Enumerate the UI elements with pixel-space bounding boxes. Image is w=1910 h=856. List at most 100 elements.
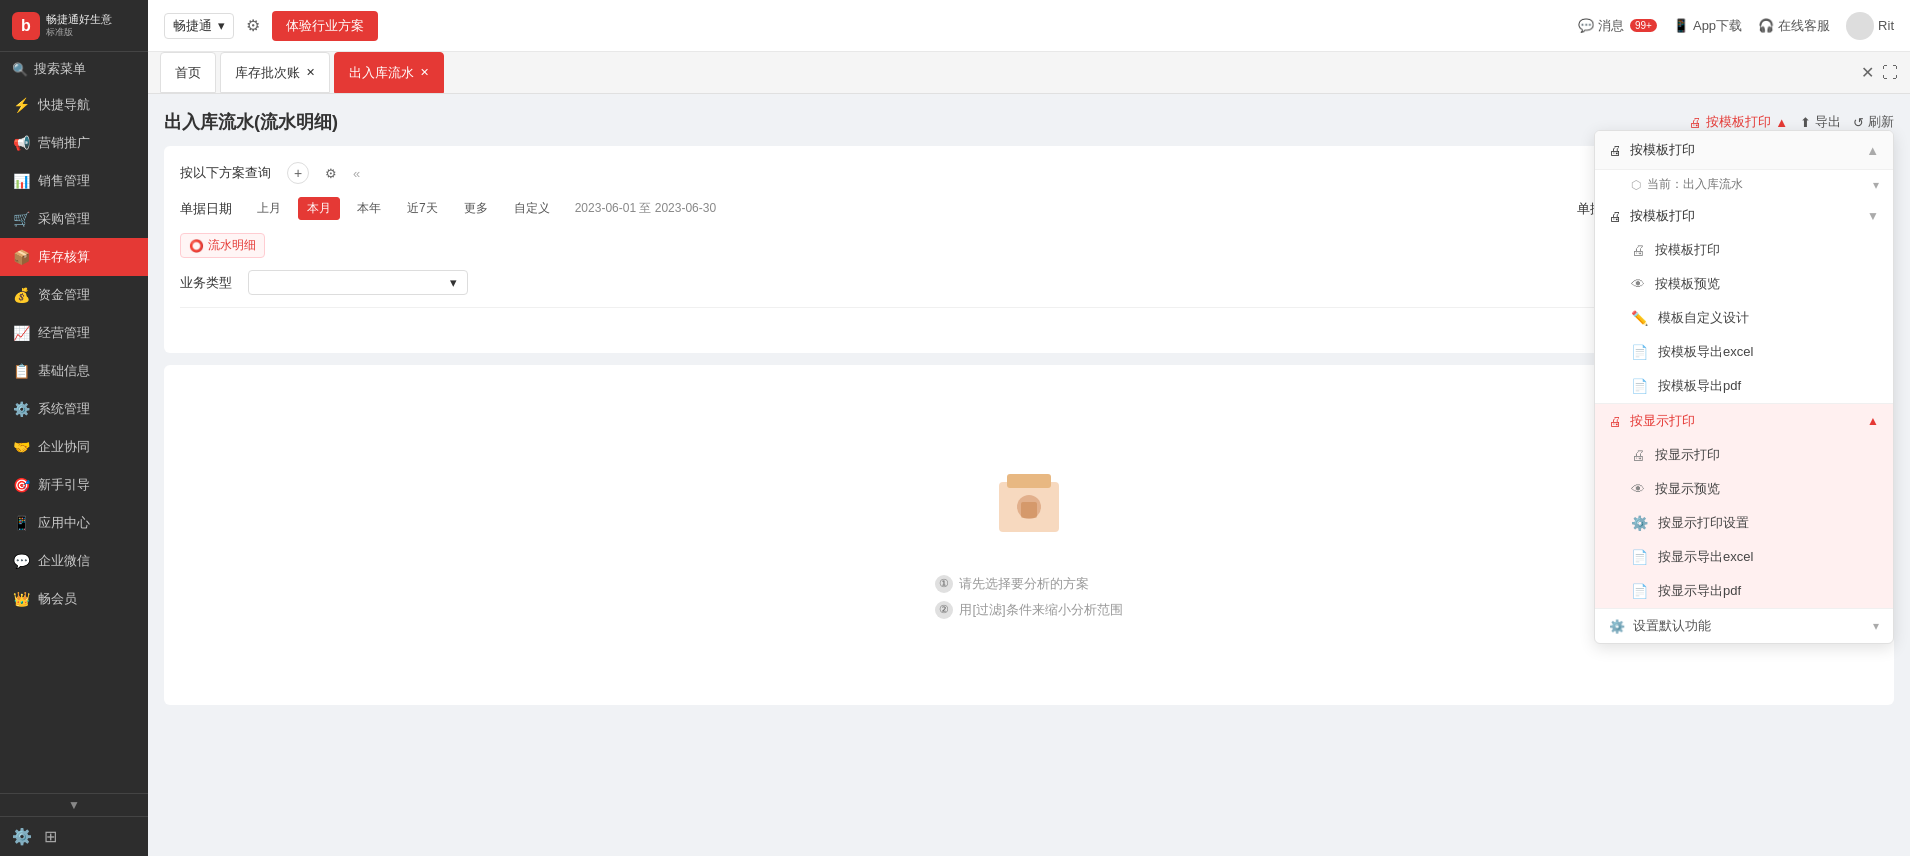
date-quick-select: 上月 本月 本年 近7天 更多 自定义 2023-06-01 至 2023-06… [248,197,716,220]
sidebar-item-marketing[interactable]: 📢 营销推广 [0,124,148,162]
tab-home[interactable]: 首页 [160,52,216,93]
print-template-label: 按模板打印 [1706,113,1771,131]
sidebar-logo: b 畅捷通好生意 标准版 [0,0,148,52]
biz-type-chevron-icon: ▾ [450,275,457,290]
sidebar-item-wechat[interactable]: 💬 企业微信 [0,542,148,580]
refresh-button[interactable]: ↺ 刷新 [1853,113,1894,131]
sidebar-item-quick-nav[interactable]: ⚡ 快捷导航 [0,86,148,124]
tprev-label: 按模板预览 [1655,275,1720,293]
tab-batch-label: 库存批次账 [235,64,300,82]
template-export-pdf-item[interactable]: 📄 按模板导出pdf [1595,369,1893,403]
display-print-header[interactable]: 🖨 按显示打印 ▲ [1595,404,1893,438]
date-btn-custom[interactable]: 自定义 [505,197,559,220]
sidebar-item-inventory[interactable]: 📦 库存核算 [0,238,148,276]
scroll-down-icon: ▼ [68,798,80,812]
date-btn-7-days[interactable]: 近7天 [398,197,447,220]
purchase-icon: 🛒 [12,211,30,227]
tab-batch-account[interactable]: 库存批次账 ✕ [220,52,330,93]
online-service-button[interactable]: 🎧 在线客服 [1758,17,1830,35]
display-section-label: 按显示打印 [1630,412,1695,430]
sidebar-item-purchase[interactable]: 🛒 采购管理 [0,200,148,238]
sidebar-item-sales[interactable]: 📊 销售管理 [0,162,148,200]
message-button[interactable]: 💬 消息 99+ [1578,17,1657,35]
sidebar-search[interactable]: 🔍 搜索菜单 [0,52,148,86]
version-label: 标准版 [46,26,112,39]
print-template-button[interactable]: 🖨 按模板打印 ▲ [1689,113,1788,131]
tab-inout-label: 出入库流水 [349,64,414,82]
date-btn-more[interactable]: 更多 [455,197,497,220]
texcel-icon: 📄 [1631,344,1648,360]
settings-bottom-icon[interactable]: ⚙️ [12,827,32,846]
svg-rect-3 [1021,502,1037,518]
active-filter-tag: ⭕ 流水明细 [180,233,265,258]
template-section-icon: 🖨 [1609,209,1622,224]
guide-icon: 🎯 [12,477,30,493]
sidebar-item-label: 系统管理 [38,400,90,418]
tab-batch-close[interactable]: ✕ [306,66,315,79]
message-icon: 💬 [1578,18,1594,33]
sidebar-item-system[interactable]: ⚙️ 系统管理 [0,390,148,428]
tab-inout-flow[interactable]: 出入库流水 ✕ [334,52,444,93]
sidebar: b 畅捷通好生意 标准版 🔍 搜索菜单 ⚡ 快捷导航 📢 营销推广 📊 销售管理… [0,0,148,856]
sidebar-item-enterprise[interactable]: 🤝 企业协同 [0,428,148,466]
page-title: 出入库流水(流水明细) [164,110,338,134]
template-print-section: 🖨 按模板打印 ▼ 🖨 按模板打印 👁 按模板预览 ✏️ 模板自定义设计 📄 按… [1595,199,1893,404]
filter-settings-icon[interactable]: ⚙ [325,166,337,181]
operations-icon: 📈 [12,325,30,341]
sidebar-scroll-down[interactable]: ▼ [0,793,148,816]
template-print-item[interactable]: 🖨 按模板打印 [1595,233,1893,267]
tip-item-1: ① 请先选择要分析的方案 [935,575,1122,593]
display-print-item[interactable]: 🖨 按显示打印 [1595,438,1893,472]
template-custom-item[interactable]: ✏️ 模板自定义设计 [1595,301,1893,335]
search-label: 搜索菜单 [34,60,86,78]
sidebar-item-label: 销售管理 [38,172,90,190]
user-name: Rit [1878,18,1894,33]
account-selector[interactable]: 畅捷通 ▾ [164,13,234,39]
date-btn-this-year[interactable]: 本年 [348,197,390,220]
add-filter-button[interactable]: + [287,162,309,184]
template-print-header[interactable]: 🖨 按模板打印 ▼ [1595,199,1893,233]
collapse-sidebar-icon[interactable]: ⊞ [44,827,57,846]
user-avatar-button[interactable]: Rit [1846,12,1894,40]
sidebar-item-vip[interactable]: 👑 畅会员 [0,580,148,618]
sidebar-item-finance[interactable]: 💰 资金管理 [0,276,148,314]
print-dropdown-panel: 🖨 按模板打印 ▲ ⬡ 当前：出入库流水 ▾ 🖨 按模板打印 ▼ 🖨 按模板打印… [1594,130,1894,644]
current-item-row: ⬡ 当前：出入库流水 ▾ [1595,170,1893,199]
inventory-icon: 📦 [12,249,30,265]
tab-inout-close[interactable]: ✕ [420,66,429,79]
date-btn-last-month[interactable]: 上月 [248,197,290,220]
app-download-label: App下载 [1693,17,1742,35]
header-settings-icon[interactable]: ⚙ [246,16,260,35]
display-print-section: 🖨 按显示打印 ▲ 🖨 按显示打印 👁 按显示预览 ⚙️ 按显示打印设置 📄 按… [1595,404,1893,609]
export-icon: ⬆ [1800,115,1811,130]
display-export-excel-item[interactable]: 📄 按显示导出excel [1595,540,1893,574]
template-preview-item[interactable]: 👁 按模板预览 [1595,267,1893,301]
dropdown-header: 🖨 按模板打印 ▲ [1595,131,1893,170]
dpsett-label: 按显示打印设置 [1658,514,1749,532]
tpi-icon: 🖨 [1631,242,1645,258]
display-export-pdf-item[interactable]: 📄 按显示导出pdf [1595,574,1893,608]
date-btn-this-month[interactable]: 本月 [298,197,340,220]
sidebar-item-app-center[interactable]: 📱 应用中心 [0,504,148,542]
dropdown-footer[interactable]: ⚙️ 设置默认功能 ▾ [1595,609,1893,643]
sidebar-item-operations[interactable]: 📈 经营管理 [0,314,148,352]
display-print-settings-item[interactable]: ⚙️ 按显示打印设置 [1595,506,1893,540]
footer-settings-icon: ⚙️ [1609,619,1625,634]
tpi-label: 按模板打印 [1655,241,1720,259]
app-download-button[interactable]: 📱 App下载 [1673,17,1742,35]
biz-type-select[interactable]: ▾ [248,270,468,295]
sidebar-item-basic[interactable]: 📋 基础信息 [0,352,148,390]
tab-close-all-icon[interactable]: ✕ [1861,63,1874,82]
tab-home-label: 首页 [175,64,201,82]
sidebar-item-guide[interactable]: 🎯 新手引导 [0,466,148,504]
header-right: 💬 消息 99+ 📱 App下载 🎧 在线客服 Rit [1578,12,1894,40]
template-export-excel-item[interactable]: 📄 按模板导出excel [1595,335,1893,369]
filter-collapse-icon[interactable]: « [353,166,360,181]
tab-fullscreen-icon[interactable]: ⛶ [1882,64,1898,82]
trial-industry-button[interactable]: 体验行业方案 [272,11,378,41]
date-label: 单据日期 [180,200,232,218]
export-button[interactable]: ⬆ 导出 [1800,113,1841,131]
display-preview-item[interactable]: 👁 按显示预览 [1595,472,1893,506]
tcust-icon: ✏️ [1631,310,1648,326]
dropdown-chevron-up-icon[interactable]: ▲ [1866,143,1879,158]
